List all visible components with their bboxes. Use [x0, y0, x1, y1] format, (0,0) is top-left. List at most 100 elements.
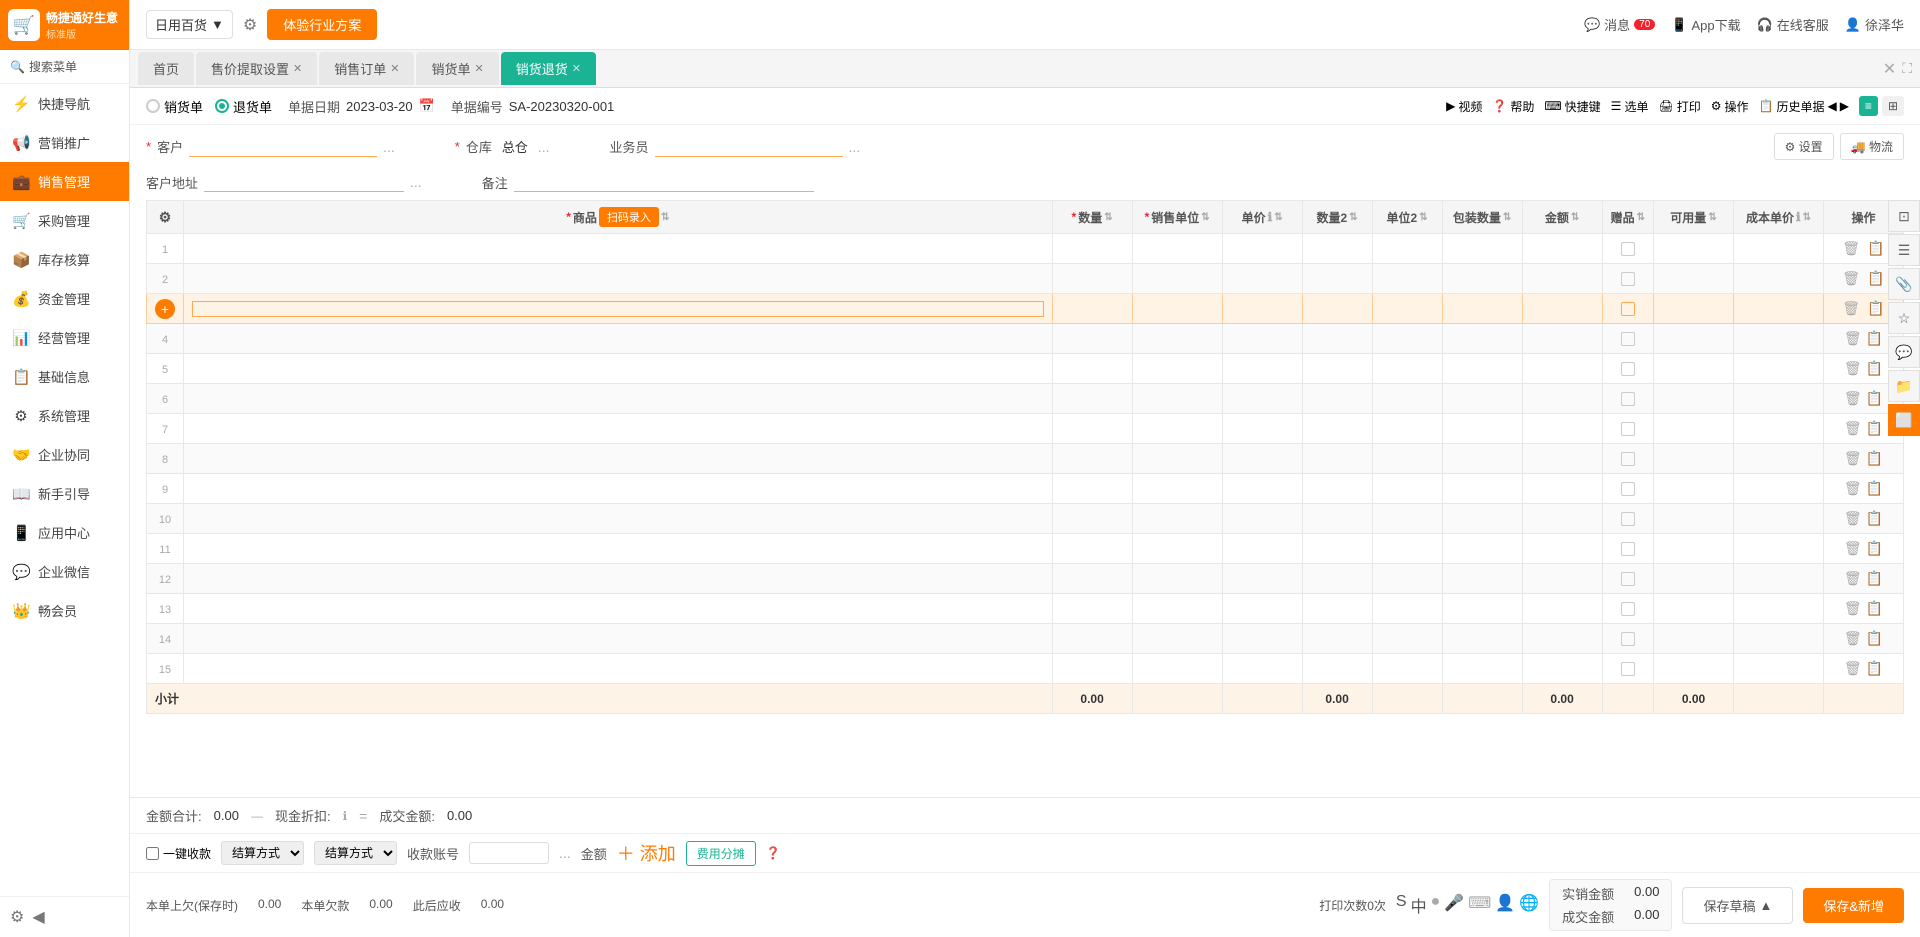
- gift-checkbox-3[interactable]: [1621, 302, 1635, 316]
- float-btn-2[interactable]: ☰: [1888, 234, 1920, 266]
- add-payment-btn[interactable]: ＋ 添加: [617, 840, 676, 866]
- keyboard-icon-2[interactable]: ⌨: [1468, 893, 1491, 917]
- history-prev-icon[interactable]: ◀: [1827, 99, 1836, 113]
- copy-row-9[interactable]: 📋: [1866, 480, 1883, 497]
- settings-btn[interactable]: ⚙ 设置: [1774, 133, 1834, 160]
- copy-row-5[interactable]: 📋: [1866, 360, 1883, 377]
- column-settings-icon[interactable]: ⚙: [159, 209, 172, 225]
- input-icon-1[interactable]: 中: [1411, 893, 1427, 917]
- delete-row-11[interactable]: 🗑: [1844, 540, 1862, 557]
- address-input[interactable]: [204, 172, 404, 192]
- sidebar-item-member[interactable]: 👑 畅会员: [0, 591, 129, 630]
- gift-checkbox-11[interactable]: [1621, 542, 1635, 556]
- tab-sales-order[interactable]: 销售订单 ✕: [319, 52, 414, 85]
- tab-close-sales-return[interactable]: ✕: [572, 62, 581, 75]
- staff-more-icon[interactable]: ...: [849, 139, 861, 155]
- sort-icon-qty2[interactable]: ⇅: [1349, 212, 1357, 223]
- copy-row-14[interactable]: 📋: [1866, 630, 1883, 647]
- sort-icon-gift[interactable]: ⇅: [1637, 212, 1645, 223]
- gift-checkbox-5[interactable]: [1621, 362, 1635, 376]
- calculation-select[interactable]: 结算方式: [314, 841, 397, 865]
- account-input[interactable]: [469, 842, 549, 864]
- video-btn[interactable]: ▶ 视频: [1446, 98, 1482, 115]
- delete-row-15[interactable]: 🗑: [1844, 660, 1862, 677]
- delete-row-10[interactable]: 🗑: [1844, 510, 1862, 527]
- copy-row-12[interactable]: 📋: [1866, 570, 1883, 587]
- float-btn-4[interactable]: ☆: [1888, 302, 1920, 334]
- sidebar-item-operations[interactable]: 📊 经营管理: [0, 318, 129, 357]
- copy-row-15[interactable]: 📋: [1866, 660, 1883, 677]
- tab-close-sales[interactable]: ✕: [475, 62, 484, 75]
- sort-icon-unit2[interactable]: ⇅: [1419, 212, 1427, 223]
- industry-dropdown[interactable]: 日用百货 ▼: [146, 10, 233, 39]
- float-btn-5[interactable]: 💬: [1888, 336, 1920, 368]
- tab-sales[interactable]: 销货单 ✕: [416, 52, 498, 85]
- float-btn-3[interactable]: 📎: [1888, 268, 1920, 300]
- close-all-icon[interactable]: ✕: [1883, 59, 1896, 79]
- copy-row-3[interactable]: 📋: [1867, 300, 1884, 317]
- copy-row-10[interactable]: 📋: [1866, 510, 1883, 527]
- delete-row-13[interactable]: 🗑: [1844, 600, 1862, 617]
- delete-row-5[interactable]: 🗑: [1844, 360, 1862, 377]
- delete-row-2[interactable]: 🗑: [1842, 270, 1860, 287]
- account-more-icon[interactable]: ...: [559, 845, 571, 861]
- gift-checkbox-4[interactable]: [1621, 332, 1635, 346]
- gift-checkbox-7[interactable]: [1621, 422, 1635, 436]
- settings-gear-icon[interactable]: ⚙: [243, 15, 257, 35]
- list-view-btn[interactable]: ⊞: [1882, 96, 1904, 116]
- sidebar-item-sales[interactable]: 💼 销售管理: [0, 162, 129, 201]
- copy-row-11[interactable]: 📋: [1866, 540, 1883, 557]
- fee-split-btn[interactable]: 费用分摊: [686, 841, 756, 866]
- sidebar-item-guide[interactable]: 📖 新手引导: [0, 474, 129, 513]
- online-service-group[interactable]: 🎧 在线客服: [1757, 15, 1829, 34]
- gift-checkbox-12[interactable]: [1621, 572, 1635, 586]
- copy-row-4[interactable]: 📋: [1866, 330, 1883, 347]
- sidebar-item-wechat[interactable]: 💬 企业微信: [0, 552, 129, 591]
- tab-close-sales-order[interactable]: ✕: [390, 62, 399, 75]
- one-key-payment-checkbox[interactable]: 一键收款: [146, 845, 211, 862]
- delete-row-4[interactable]: 🗑: [1844, 330, 1862, 347]
- delete-row-1[interactable]: 🗑: [1842, 240, 1860, 257]
- product-input-3[interactable]: [192, 301, 1044, 317]
- gift-checkbox-10[interactable]: [1621, 512, 1635, 526]
- translate-icon[interactable]: 🌐: [1519, 893, 1539, 917]
- sidebar-item-purchase[interactable]: 🛒 采购管理: [0, 201, 129, 240]
- gift-checkbox-2[interactable]: [1621, 272, 1635, 286]
- grid-view-btn[interactable]: ≡: [1859, 96, 1878, 116]
- sort-icon-unit[interactable]: ⇅: [1201, 212, 1209, 223]
- sidebar-item-basic[interactable]: 📋 基础信息: [0, 357, 129, 396]
- radio-sales[interactable]: 销货单: [146, 97, 203, 116]
- collapse-icon[interactable]: ◀: [32, 907, 44, 927]
- copy-row-7[interactable]: 📋: [1866, 420, 1883, 437]
- sort-icon-amount[interactable]: ⇅: [1571, 212, 1579, 223]
- logistics-btn[interactable]: 🚚 物流: [1840, 133, 1904, 160]
- delete-row-6[interactable]: 🗑: [1844, 390, 1862, 407]
- user-icon-bottom[interactable]: 👤: [1495, 893, 1515, 917]
- operate-btn[interactable]: ⚙ 操作: [1711, 98, 1749, 115]
- discount-help-icon[interactable]: ℹ: [343, 809, 348, 823]
- fee-help-icon[interactable]: ❓: [766, 846, 781, 860]
- sort-icon-qty[interactable]: ⇅: [1104, 212, 1112, 223]
- app-download-group[interactable]: 📱 App下载: [1671, 15, 1740, 34]
- history-btn[interactable]: 📋 历史单据 ◀ ▶: [1758, 98, 1848, 115]
- gift-checkbox-6[interactable]: [1621, 392, 1635, 406]
- gift-checkbox-8[interactable]: [1621, 452, 1635, 466]
- delete-row-12[interactable]: 🗑: [1844, 570, 1862, 587]
- cost-help-icon[interactable]: ℹ: [1796, 210, 1801, 224]
- one-key-checkbox[interactable]: [146, 847, 159, 860]
- copy-row-6[interactable]: 📋: [1866, 390, 1883, 407]
- save-new-button[interactable]: 保存&新增: [1803, 888, 1904, 923]
- gift-checkbox-15[interactable]: [1621, 662, 1635, 676]
- gift-checkbox-1[interactable]: [1621, 242, 1635, 256]
- delete-row-9[interactable]: 🗑: [1844, 480, 1862, 497]
- sidebar-item-inventory[interactable]: 📦 库存核算: [0, 240, 129, 279]
- search-menu-item[interactable]: 🔍 搜索菜单: [0, 50, 129, 84]
- sidebar-item-system[interactable]: ⚙ 系统管理: [0, 396, 129, 435]
- copy-row-8[interactable]: 📋: [1866, 450, 1883, 467]
- sort-icon-available[interactable]: ⇅: [1708, 212, 1716, 223]
- sidebar-item-finance[interactable]: 💰 资金管理: [0, 279, 129, 318]
- expand-icon[interactable]: ⛶: [1902, 60, 1912, 77]
- float-btn-1[interactable]: ⊡: [1888, 200, 1920, 232]
- delete-row-7[interactable]: 🗑: [1844, 420, 1862, 437]
- print-btn[interactable]: 🖨 打印: [1658, 98, 1700, 115]
